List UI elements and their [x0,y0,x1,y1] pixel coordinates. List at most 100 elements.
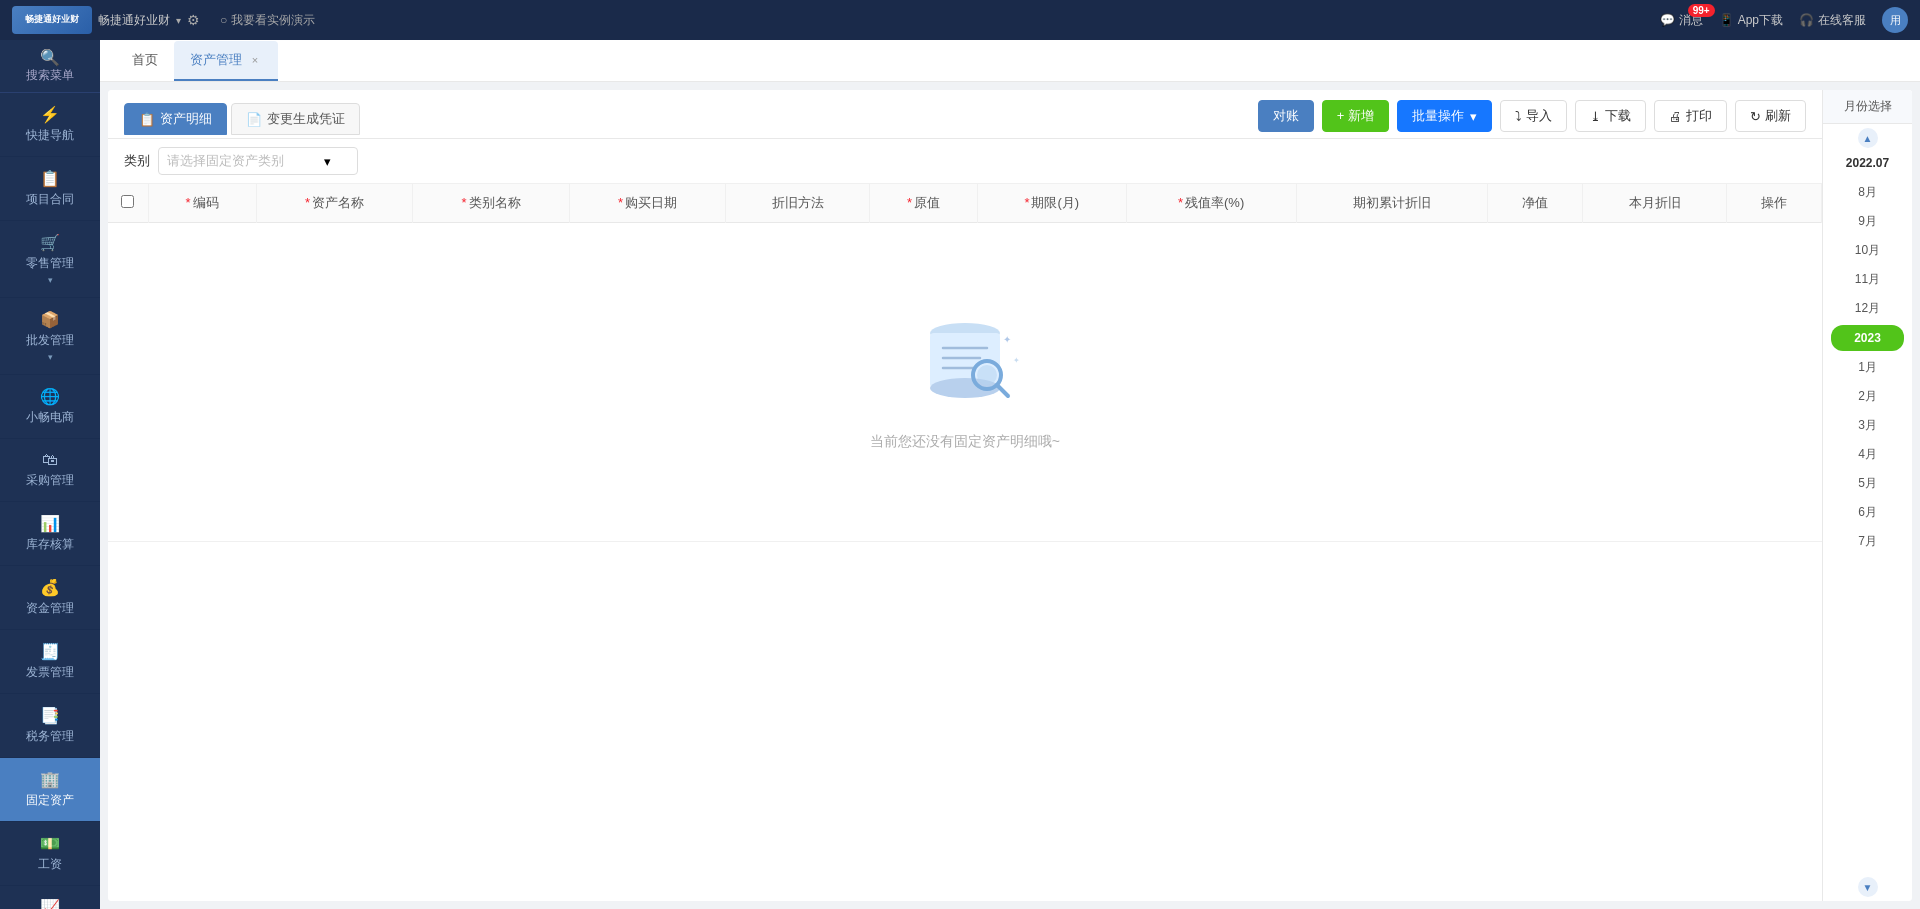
download-icon: 📱 [1719,13,1734,27]
category-filter-select[interactable]: 请选择固定资产类别 ▾ [158,147,358,175]
sidebar-item-project[interactable]: 📋 项目合同 [0,157,100,221]
month-up-button[interactable]: ▲ [1858,128,1878,148]
sidebar-item-quick-nav[interactable]: ⚡ 快捷导航 [0,93,100,157]
month-list: 8月 9月 10月 11月 12月 2023 1月 2月 3月 4月 5月 6月… [1823,174,1912,873]
sidebar-item-label: 小畅电商 [26,409,74,426]
sidebar-item-wholesale[interactable]: 📦 批发管理 ▾ [0,298,100,375]
month-item-7[interactable]: 7月 [1823,527,1912,556]
sidebar-item-search[interactable]: 🔍 搜索菜单 [0,40,100,93]
empty-illustration: ✦ ✦ [905,313,1025,413]
month-nav-down[interactable]: ▼ [1823,873,1912,901]
add-button[interactable]: + 新增 [1322,100,1389,132]
svg-text:✦: ✦ [1013,356,1020,365]
page-content: 📋 资产明细 📄 变更生成凭证 对账 + 新增 [108,90,1912,901]
table-header-accumulated-depreciation: 期初累计折旧 [1296,184,1488,223]
filter-placeholder: 请选择固定资产类别 [167,152,284,170]
batch-operation-button[interactable]: 批量操作 ▾ [1397,100,1492,132]
main-layout: 🔍 搜索菜单 ⚡ 快捷导航 📋 项目合同 🛒 零售管理 ▾ 📦 批发管理 ▾ 🌐… [0,40,1920,909]
retail-arrow-icon: ▾ [48,275,53,285]
month-item-8[interactable]: 8月 [1823,178,1912,207]
table-header-original-value: *原值 [869,184,977,223]
month-down-button[interactable]: ▼ [1858,877,1878,897]
month-item-1[interactable]: 1月 [1823,353,1912,382]
sidebar-item-label: 资金管理 [26,600,74,617]
download-button[interactable]: ⤓ 下载 [1575,100,1646,132]
sidebar-item-operations[interactable]: 📈 经营管理 [0,886,100,909]
operations-icon: 📈 [40,898,60,909]
project-icon: 📋 [40,169,60,188]
demo-button[interactable]: ○ 我要看实例演示 [220,12,315,29]
empty-state-cell: ✦ ✦ 当前您还没有固定资产明细哦~ [108,223,1822,542]
sidebar-item-label: 搜索菜单 [8,67,92,84]
batch-dropdown-icon: ▾ [1470,109,1477,124]
user-avatar[interactable]: 用 [1882,7,1908,33]
month-item-year-2023[interactable]: 2023 [1831,325,1904,351]
demo-icon: ○ [220,13,227,27]
sub-tab-asset-detail[interactable]: 📋 资产明细 [124,103,227,135]
sidebar-item-inventory[interactable]: 📊 库存核算 [0,502,100,566]
table-header-purchase-date: *购买日期 [569,184,726,223]
table-header-period: *期限(月) [978,184,1127,223]
app-download-button[interactable]: 📱 App下载 [1719,12,1783,29]
message-badge: 99+ [1688,4,1715,17]
inner-content: 📋 资产明细 📄 变更生成凭证 对账 + 新增 [108,90,1822,901]
month-nav-up[interactable]: ▲ [1823,124,1912,152]
month-item-2[interactable]: 2月 [1823,382,1912,411]
month-item-10[interactable]: 10月 [1823,236,1912,265]
company-name: 畅捷通好业财 [98,12,170,29]
print-button[interactable]: 🖨 打印 [1654,100,1727,132]
table-header-residual-rate: *残值率(%) [1126,184,1296,223]
import-icon: ⤵ [1515,109,1522,124]
message-button[interactable]: 💬 消息 99+ [1660,12,1703,29]
table-header-checkbox [108,184,148,223]
refresh-button[interactable]: ↻ 刷新 [1735,100,1806,132]
tab-close-icon[interactable]: × [248,53,262,67]
select-all-checkbox[interactable] [121,195,134,208]
sidebar-item-purchase[interactable]: 🛍 采购管理 [0,439,100,502]
filter-bar: 类别 请选择固定资产类别 ▾ [108,139,1822,184]
sidebar-item-retail[interactable]: 🛒 零售管理 ▾ [0,221,100,298]
online-service-button[interactable]: 🎧 在线客服 [1799,12,1866,29]
month-item-3[interactable]: 3月 [1823,411,1912,440]
download-icon: ⤓ [1590,109,1601,124]
sidebar-item-salary[interactable]: 💵 工资 [0,822,100,886]
topbar: 畅捷通好业财 畅捷通好业财 ▾ ⚙ ○ 我要看实例演示 💬 消息 99+ 📱 A… [0,0,1920,40]
import-button[interactable]: ⤵ 导入 [1500,100,1567,132]
assets-icon: 🏢 [40,770,60,789]
table-header-name: *资产名称 [256,184,413,223]
sidebar-item-finance[interactable]: 💰 资金管理 [0,566,100,630]
message-icon: 💬 [1660,13,1675,27]
month-item-11[interactable]: 11月 [1823,265,1912,294]
asset-detail-icon: 📋 [139,112,155,127]
month-item-4[interactable]: 4月 [1823,440,1912,469]
sidebar-item-tax[interactable]: 📑 税务管理 [0,694,100,758]
sub-tab-change-voucher[interactable]: 📄 变更生成凭证 [231,103,360,135]
invoice-icon: 🧾 [40,642,60,661]
change-voucher-icon: 📄 [246,112,262,127]
settings-icon[interactable]: ⚙ [187,12,200,28]
tab-assets-mgmt[interactable]: 资产管理 × [174,41,278,81]
purchase-icon: 🛍 [42,451,58,469]
table-header-operation: 操作 [1726,184,1821,223]
content-area: 首页 资产管理 × 📋 资产明细 📄 变更生成凭证 [100,40,1920,909]
sidebar-item-invoice[interactable]: 🧾 发票管理 [0,630,100,694]
month-item-9[interactable]: 9月 [1823,207,1912,236]
sidebar-item-label: 库存核算 [26,536,74,553]
sidebar-item-label: 零售管理 [26,255,74,272]
service-icon: 🎧 [1799,13,1814,27]
month-item-12[interactable]: 12月 [1823,294,1912,323]
month-item-5[interactable]: 5月 [1823,469,1912,498]
tab-home[interactable]: 首页 [116,41,174,81]
month-item-6[interactable]: 6月 [1823,498,1912,527]
tax-icon: 📑 [40,706,60,725]
print-icon: 🖨 [1669,109,1682,124]
sidebar-item-assets[interactable]: 🏢 固定资产 [0,758,100,822]
table-container[interactable]: *编码 *资产名称 *类别名称 *购买日期 折旧方法 *原值 *期限(月) *残… [108,184,1822,901]
month-year-display: 2022.07 [1823,152,1912,174]
sidebar-item-ecommerce[interactable]: 🌐 小畅电商 [0,375,100,439]
table-header-monthly-depreciation: 本月折旧 [1583,184,1726,223]
table-header-net-value: 净值 [1488,184,1583,223]
company-dropdown-icon[interactable]: ▾ [176,15,181,26]
sidebar-item-label: 批发管理 [26,332,74,349]
reconcile-button[interactable]: 对账 [1258,100,1314,132]
